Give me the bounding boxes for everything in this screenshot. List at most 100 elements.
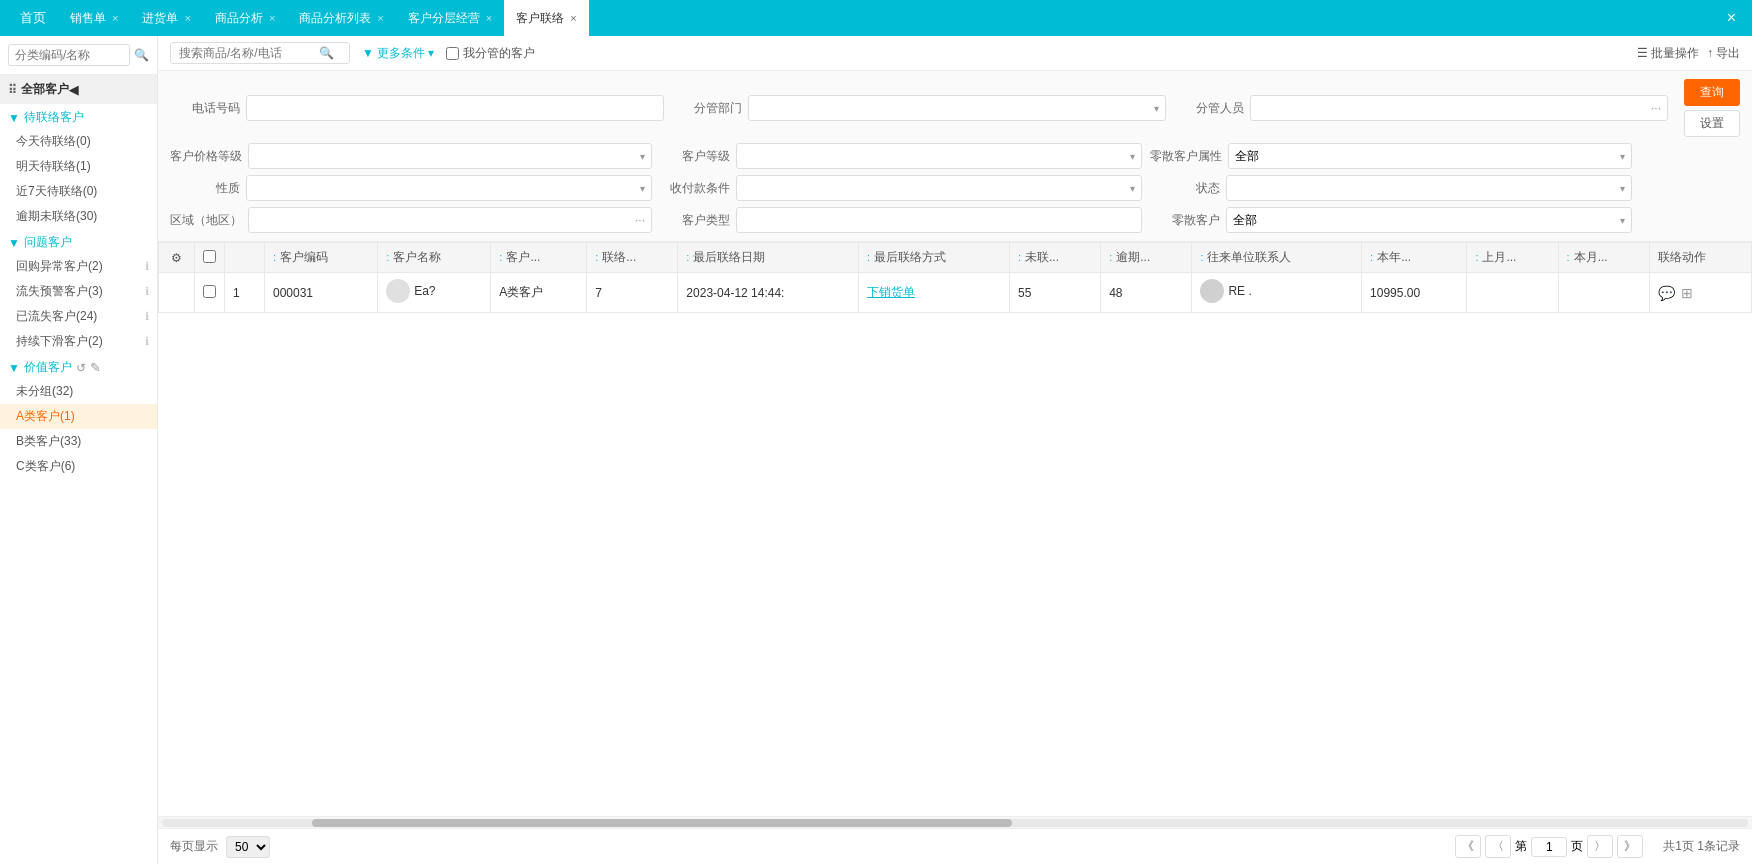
row-checkbox[interactable] (203, 285, 216, 298)
page-number-input[interactable] (1531, 837, 1567, 857)
sidebar-item-tomorrow[interactable]: 明天待联络(1) (0, 154, 157, 179)
nav-tab-analysis[interactable]: 商品分析 × (203, 0, 287, 36)
content-area: 🔍 ▼ 更多条件 ▾ 我分管的客户 ☰ 批量操作 ↑ 导出 (158, 36, 1752, 864)
phone-input[interactable] (246, 95, 664, 121)
sidebar-item-churned[interactable]: 已流失客户(24) ℹ (0, 304, 157, 329)
nav-tab-purchase[interactable]: 进货单 × (130, 0, 202, 36)
batch-op-btn[interactable]: ☰ 批量操作 (1637, 45, 1699, 62)
sidebar-item-churn-warning[interactable]: 流失预警客户(3) ℹ (0, 279, 157, 304)
phone-text-input[interactable] (253, 101, 657, 115)
qr-icon[interactable]: ⊞ (1681, 285, 1693, 301)
horizontal-scrollbar[interactable] (158, 816, 1752, 828)
close-analysis-list-tab[interactable]: × (377, 12, 383, 24)
pending-group-header[interactable]: ▼ 待联络客户 (0, 104, 157, 129)
sidebar-search-input[interactable] (8, 44, 130, 66)
scrollbar-thumb[interactable] (312, 819, 1012, 827)
cell-check[interactable] (195, 273, 225, 313)
sidebar-item-ungrouped[interactable]: 未分组(32) (0, 379, 157, 404)
prev-page-btn[interactable]: 〈 (1485, 835, 1511, 858)
per-page-select[interactable]: 50 (226, 836, 270, 858)
cust-grade-select[interactable]: ▾ (736, 143, 1142, 169)
close-contact-tab[interactable]: × (570, 12, 576, 24)
cell-last-method[interactable]: 下销货单 (859, 273, 1010, 313)
status-caret-icon: ▾ (1620, 183, 1625, 194)
value-group-header[interactable]: ▼ 价值客户 ↺ ✎ (0, 354, 157, 379)
th-this-year[interactable]: :本年... (1362, 243, 1467, 273)
nav-tab-analysis-list[interactable]: 商品分析列表 × (287, 0, 395, 36)
search-icon[interactable]: 🔍 (319, 46, 334, 60)
value-group-refresh[interactable]: ↺ (76, 361, 86, 375)
manager-input[interactable]: ··· (1250, 95, 1668, 121)
th-last-method[interactable]: :最后联络方式 (859, 243, 1010, 273)
th-gear[interactable]: ⚙ (159, 243, 195, 273)
th-name[interactable]: :客户名称 (378, 243, 491, 273)
th-code[interactable]: :客户编码 (265, 243, 378, 273)
payment-select[interactable]: ▾ (736, 175, 1142, 201)
nav-tab-customer-segment[interactable]: 客户分层经营 × (396, 0, 504, 36)
all-customers-item[interactable]: ⠿ 全部客户 ◀ (0, 75, 157, 104)
problem-group-header[interactable]: ▼ 问题客户 (0, 229, 157, 254)
search-box[interactable]: 🔍 (170, 42, 350, 64)
search-input[interactable] (179, 46, 319, 60)
sidebar-item-7days[interactable]: 近7天待联络(0) (0, 179, 157, 204)
th-uncontacted[interactable]: :未联... (1009, 243, 1100, 273)
close-purchase-tab[interactable]: × (184, 12, 190, 24)
sidebar-item-declining[interactable]: 持续下滑客户(2) ℹ (0, 329, 157, 354)
cust-type-input[interactable] (736, 207, 1142, 233)
select-all-checkbox[interactable] (203, 250, 216, 263)
dept-select[interactable]: ▾ (748, 95, 1166, 121)
more-filters-btn[interactable]: ▼ 更多条件 ▾ (362, 45, 434, 62)
sidebar-item-repurchase-abnormal[interactable]: 回购异常客户(2) ℹ (0, 254, 157, 279)
cell-index: 1 (225, 273, 265, 313)
sidebar-item-overdue[interactable]: 逾期未联络(30) (0, 204, 157, 229)
export-btn[interactable]: ↑ 导出 (1707, 45, 1740, 62)
retail-cust-select[interactable]: 全部▾ (1226, 207, 1632, 233)
nav-tab-sales[interactable]: 销售单 × (58, 0, 130, 36)
th-unit-contact[interactable]: :往来单位联系人 (1192, 243, 1362, 273)
sidebar-item-c-class[interactable]: C类客户(6) (0, 454, 157, 479)
last-method-link[interactable]: 下销货单 (867, 285, 915, 299)
nav-tab-customer-contact[interactable]: 客户联络 × (504, 0, 588, 36)
cust-type-text[interactable] (743, 213, 1135, 227)
th-last-date[interactable]: :最后联络日期 (678, 243, 859, 273)
th-overdue[interactable]: :逾期... (1101, 243, 1192, 273)
nature-select[interactable]: ▾ (246, 175, 652, 201)
filter-retail-attr: 零散客户属性 全部▾ (1150, 143, 1632, 169)
settings-button[interactable]: 设置 (1684, 110, 1740, 137)
window-close-button[interactable]: × (1719, 9, 1744, 27)
dept-label: 分管部门 (672, 100, 742, 117)
my-customers-filter[interactable]: 我分管的客户 (446, 45, 535, 62)
th-index (225, 243, 265, 273)
export-icon: ↑ (1707, 46, 1713, 60)
comment-icon[interactable]: 💬 (1658, 285, 1675, 301)
th-check[interactable] (195, 243, 225, 273)
info-icon-3: ℹ (145, 335, 149, 348)
th-contact-count[interactable]: :联络... (587, 243, 678, 273)
sidebar-item-b-class[interactable]: B类客户(33) (0, 429, 157, 454)
sidebar-item-a-class[interactable]: A类客户(1) (0, 404, 157, 429)
last-page-btn[interactable]: 》 (1617, 835, 1643, 858)
region-input[interactable]: ··· (248, 207, 652, 233)
close-sales-tab[interactable]: × (112, 12, 118, 24)
my-customers-checkbox[interactable] (446, 47, 459, 60)
next-page-btn[interactable]: 〉 (1587, 835, 1613, 858)
query-button[interactable]: 查询 (1684, 79, 1740, 106)
close-segment-tab[interactable]: × (486, 12, 492, 24)
collapse-all-icon[interactable]: ◀ (69, 83, 78, 97)
filter-region: 区域（地区） ··· (170, 207, 652, 233)
nav-home[interactable]: 首页 (8, 9, 58, 27)
close-analysis-tab[interactable]: × (269, 12, 275, 24)
phone-label: 电话号码 (170, 100, 240, 117)
first-page-btn[interactable]: 《 (1455, 835, 1481, 858)
retail-attr-select[interactable]: 全部▾ (1228, 143, 1632, 169)
manager-label: 分管人员 (1174, 100, 1244, 117)
status-label: 状态 (1150, 180, 1220, 197)
sidebar-item-today[interactable]: 今天待联络(0) (0, 129, 157, 154)
price-grade-select[interactable]: ▾ (248, 143, 652, 169)
value-group-edit[interactable]: ✎ (90, 360, 101, 375)
th-type[interactable]: :客户... (491, 243, 587, 273)
th-this-month[interactable]: :本月... (1558, 243, 1649, 273)
th-last-month[interactable]: :上月... (1467, 243, 1558, 273)
sidebar-search-icon[interactable]: 🔍 (134, 48, 149, 62)
status-select[interactable]: ▾ (1226, 175, 1632, 201)
